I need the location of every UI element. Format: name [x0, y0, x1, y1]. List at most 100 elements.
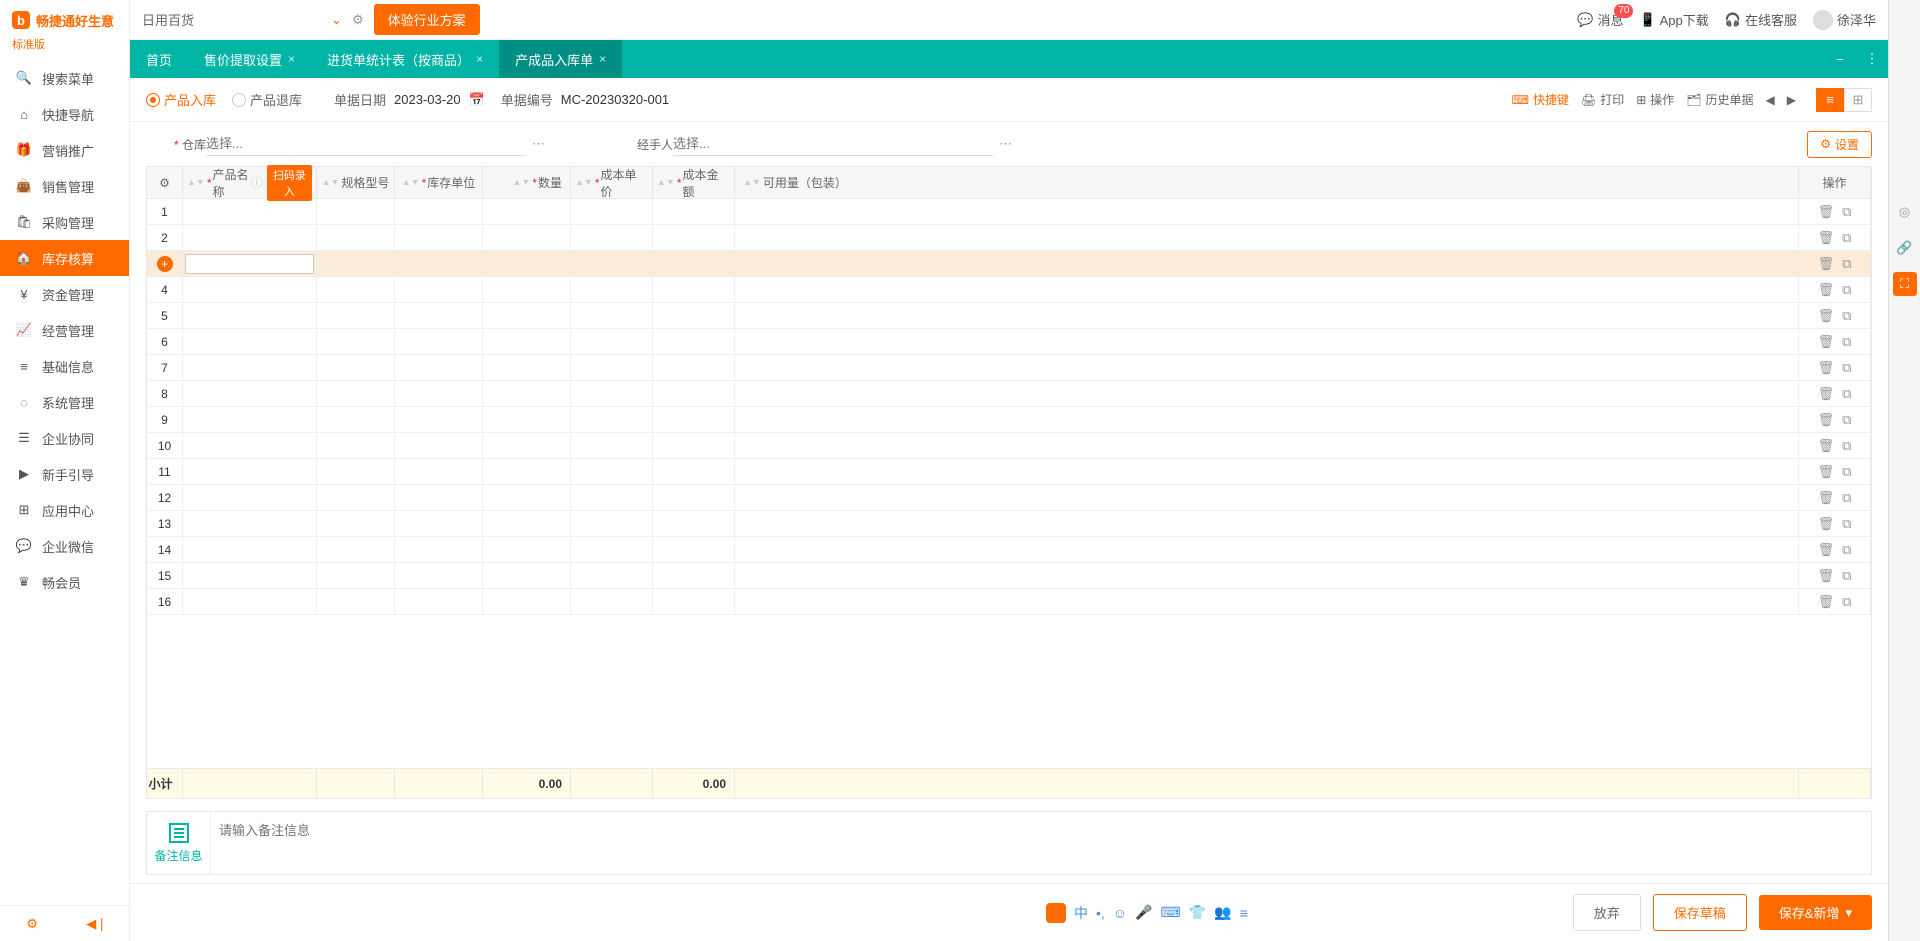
cell-qty[interactable]: [483, 485, 571, 510]
cell-available[interactable]: [735, 537, 1799, 562]
ime-sogou-icon[interactable]: [1046, 903, 1066, 923]
radio-product-out[interactable]: 产品退库: [232, 90, 302, 109]
remark-input[interactable]: [211, 812, 1871, 874]
cell-price[interactable]: [571, 225, 653, 250]
cell-unit[interactable]: [395, 329, 483, 354]
table-row[interactable]: +🗑⧉: [147, 251, 1871, 277]
radio-product-in[interactable]: 产品入库: [146, 90, 216, 109]
copy-icon[interactable]: ⧉: [1842, 386, 1851, 402]
table-row[interactable]: 14🗑⧉: [147, 537, 1871, 563]
cell-price[interactable]: [571, 277, 653, 302]
copy-icon[interactable]: ⧉: [1842, 360, 1851, 376]
cell-qty[interactable]: [483, 355, 571, 380]
delete-icon[interactable]: 🗑: [1818, 386, 1835, 402]
rail-item-3[interactable]: ⛶: [1893, 272, 1917, 296]
cell-qty[interactable]: [483, 381, 571, 406]
cell-product[interactable]: [183, 589, 317, 614]
view-card-button[interactable]: ⊞: [1844, 88, 1872, 112]
col-unit[interactable]: ▲▼*库存单位: [395, 167, 483, 198]
cell-product[interactable]: [183, 199, 317, 224]
rail-item-2[interactable]: 🔗: [1893, 236, 1917, 260]
warehouse-input[interactable]: [206, 132, 526, 156]
table-row[interactable]: 7🗑⧉: [147, 355, 1871, 381]
ime-mic-icon[interactable]: 🎤: [1135, 904, 1152, 921]
copy-icon[interactable]: ⧉: [1842, 282, 1851, 298]
delete-icon[interactable]: 🗑: [1818, 516, 1835, 532]
copy-icon[interactable]: ⧉: [1842, 412, 1851, 428]
cell-price[interactable]: [571, 537, 653, 562]
cell-available[interactable]: [735, 225, 1799, 250]
cell-product[interactable]: [183, 511, 317, 536]
table-row[interactable]: 12🗑⧉: [147, 485, 1871, 511]
copy-icon[interactable]: ⧉: [1842, 490, 1851, 506]
copy-icon[interactable]: ⧉: [1842, 438, 1851, 454]
cell-price[interactable]: [571, 303, 653, 328]
cell-product[interactable]: [183, 407, 317, 432]
cell-unit[interactable]: [395, 381, 483, 406]
cell-spec[interactable]: [317, 537, 395, 562]
prev-button[interactable]: ◀: [1766, 93, 1775, 107]
ime-menu-icon[interactable]: ≡: [1240, 905, 1248, 921]
cell-qty[interactable]: [483, 563, 571, 588]
copy-icon[interactable]: ⧉: [1842, 308, 1851, 324]
copy-icon[interactable]: ⧉: [1842, 542, 1851, 558]
cell-product[interactable]: [183, 303, 317, 328]
tabs-menu-button[interactable]: ⋮: [1856, 40, 1888, 78]
history-link[interactable]: 🗂历史单据: [1686, 91, 1753, 108]
category-selector[interactable]: 日用百货 ⌄: [142, 10, 342, 29]
more-icon[interactable]: ⋯: [999, 136, 1012, 152]
cell-qty[interactable]: [483, 589, 571, 614]
cell-product[interactable]: [183, 251, 317, 276]
delete-icon[interactable]: 🗑: [1818, 282, 1835, 298]
copy-icon[interactable]: ⧉: [1842, 568, 1851, 584]
nav-item-9[interactable]: ◌系统管理: [0, 384, 129, 420]
tab-0[interactable]: 首页: [130, 40, 188, 78]
cell-spec[interactable]: [317, 433, 395, 458]
col-available[interactable]: ▲▼可用量（包装）: [735, 167, 1799, 198]
cell-amount[interactable]: [653, 277, 735, 302]
cell-amount[interactable]: [653, 537, 735, 562]
delete-icon[interactable]: 🗑: [1818, 412, 1835, 428]
cell-available[interactable]: [735, 589, 1799, 614]
cell-product[interactable]: [183, 381, 317, 406]
cell-spec[interactable]: [317, 277, 395, 302]
cell-price[interactable]: [571, 511, 653, 536]
more-icon[interactable]: ⋯: [532, 136, 545, 152]
cell-spec[interactable]: [317, 407, 395, 432]
cell-available[interactable]: [735, 303, 1799, 328]
view-list-button[interactable]: ≡: [1816, 88, 1844, 112]
nav-item-11[interactable]: ▶新手引导: [0, 456, 129, 492]
cell-unit[interactable]: [395, 563, 483, 588]
cell-price[interactable]: [571, 251, 653, 276]
delete-icon[interactable]: 🗑: [1818, 334, 1835, 350]
cell-product[interactable]: [183, 277, 317, 302]
cell-price[interactable]: [571, 407, 653, 432]
cell-amount[interactable]: [653, 485, 735, 510]
user-menu[interactable]: 徐泽华: [1813, 10, 1876, 30]
nav-item-6[interactable]: ¥资金管理: [0, 276, 129, 312]
save-new-button[interactable]: 保存&新增▾: [1759, 895, 1872, 930]
cell-qty[interactable]: [483, 459, 571, 484]
handler-input[interactable]: [673, 132, 993, 156]
settings-button[interactable]: ⚙设置: [1807, 131, 1872, 158]
nav-item-3[interactable]: 👜销售管理: [0, 168, 129, 204]
cell-spec[interactable]: [317, 381, 395, 406]
try-plan-button[interactable]: 体验行业方案: [374, 4, 480, 35]
close-icon[interactable]: ×: [599, 52, 606, 66]
cell-available[interactable]: [735, 251, 1799, 276]
nav-item-10[interactable]: ☰企业协同: [0, 420, 129, 456]
cell-price[interactable]: [571, 485, 653, 510]
tab-2[interactable]: 进货单统计表（按商品）×: [311, 40, 499, 78]
delete-icon[interactable]: 🗑: [1818, 464, 1835, 480]
cell-amount[interactable]: [653, 381, 735, 406]
copy-icon[interactable]: ⧉: [1842, 230, 1851, 246]
tabs-minimize-button[interactable]: −: [1824, 40, 1856, 78]
table-row[interactable]: 8🗑⧉: [147, 381, 1871, 407]
table-row[interactable]: 1🗑⧉: [147, 199, 1871, 225]
cell-amount[interactable]: [653, 511, 735, 536]
cell-unit[interactable]: [395, 589, 483, 614]
delete-icon[interactable]: 🗑: [1818, 594, 1835, 610]
cell-product[interactable]: [183, 225, 317, 250]
cell-unit[interactable]: [395, 485, 483, 510]
nav-item-2[interactable]: 🎁营销推广: [0, 132, 129, 168]
